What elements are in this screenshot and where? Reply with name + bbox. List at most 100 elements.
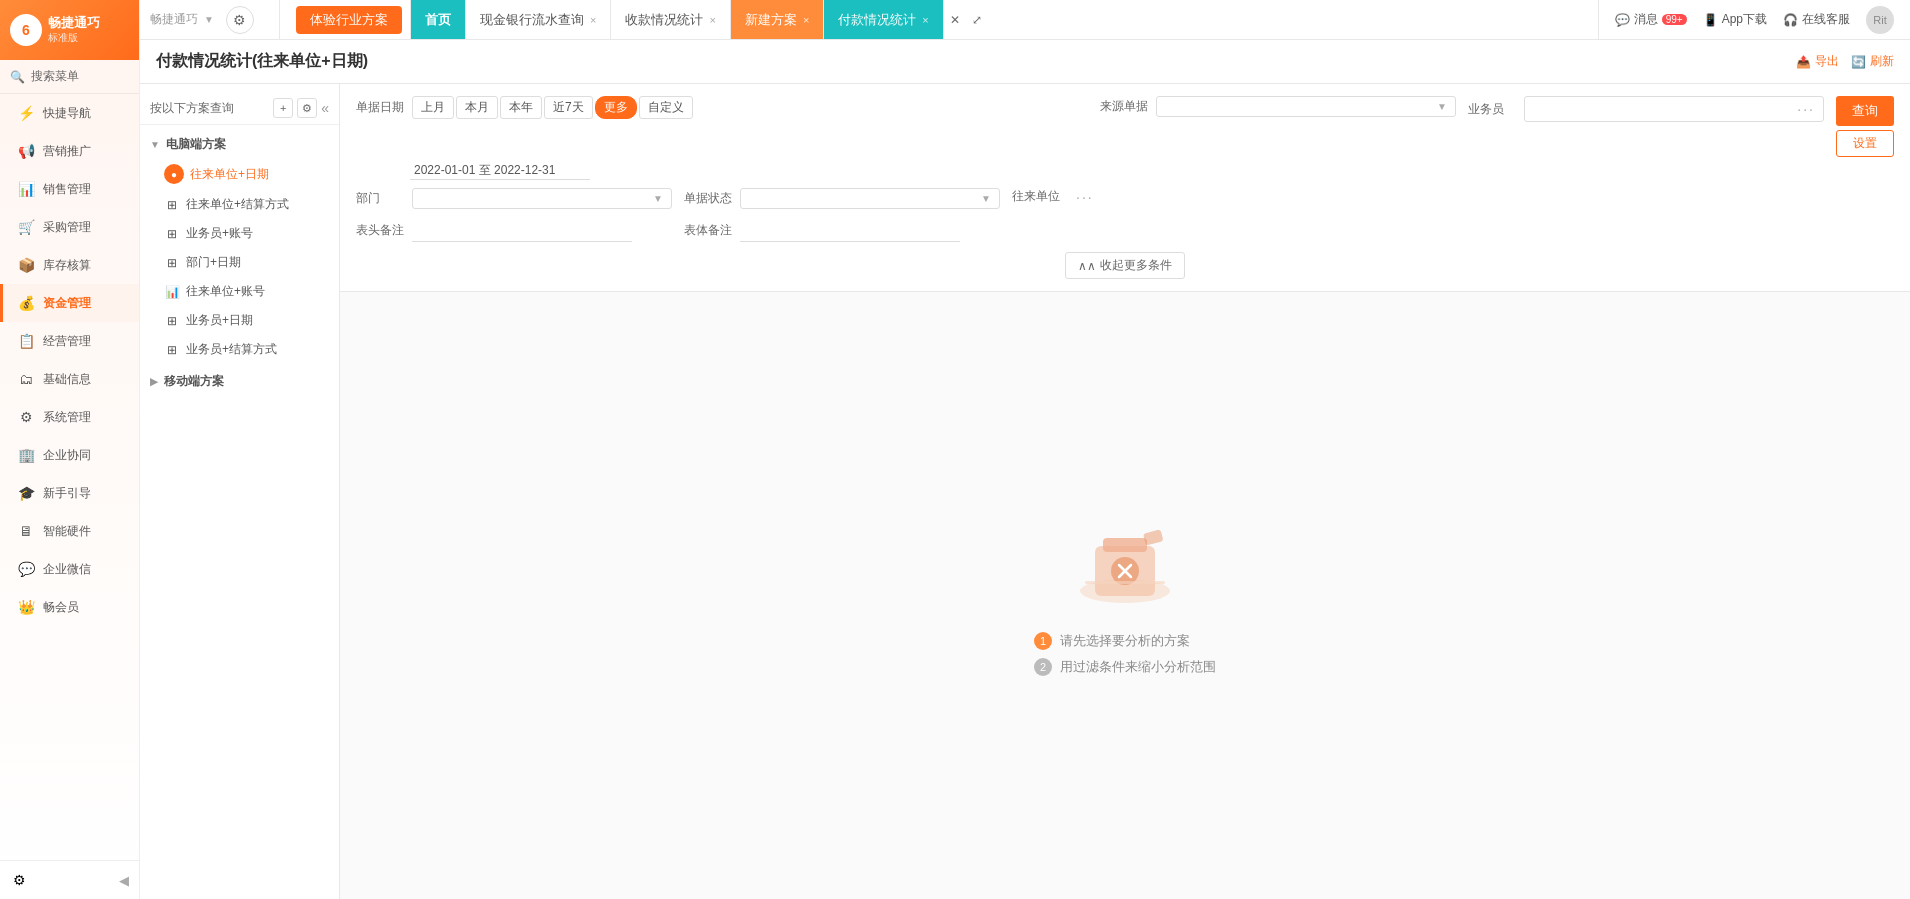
sidebar: 6 畅捷通巧 标准版 🔍 搜索菜单 ⚡快捷导航📢营销推广📊销售管理🛒采购管理📦库… [0, 0, 140, 899]
sidebar-item-system[interactable]: ⚙系统管理 [0, 398, 139, 436]
app-download-item[interactable]: 📱 App下载 [1703, 11, 1767, 28]
inventory-icon: 📦 [17, 256, 35, 274]
tab-label-home: 首页 [425, 11, 451, 29]
filter-row-2: 部门 ▼ 单据状态 ▼ [356, 188, 1894, 209]
scheme-group-mobile-label: 移动端方案 [164, 373, 224, 390]
collapse-conditions-button[interactable]: ∧∧ 收起更多条件 [1065, 252, 1185, 279]
source-doc-arrow: ▼ [1437, 101, 1447, 112]
logo-sub: 标准版 [48, 31, 100, 45]
sidebar-search[interactable]: 🔍 搜索菜单 [0, 60, 139, 94]
sales-icon: 📊 [17, 180, 35, 198]
scheme-collapse-button[interactable]: « [321, 100, 329, 116]
page-sub-header: 付款情况统计(往来单位+日期) 📤 导出 🔄 刷新 [140, 40, 1910, 84]
company-dropdown-icon[interactable]: ▼ [204, 14, 214, 25]
sidebar-item-quick-nav[interactable]: ⚡快捷导航 [0, 94, 139, 132]
dept-date-label: 部门+日期 [186, 254, 241, 271]
date-range-input[interactable] [410, 161, 590, 180]
trial-button[interactable]: 体验行业方案 [296, 6, 402, 34]
operation-icon: 📋 [17, 332, 35, 350]
date-tab-5[interactable]: 自定义 [639, 96, 693, 119]
tab-payment-stats[interactable]: 付款情况统计 × [824, 0, 943, 39]
staff-select[interactable]: ··· [1524, 96, 1824, 122]
expand-window-button[interactable]: ⤢ [966, 9, 988, 31]
close-all-tabs-button[interactable]: ✕ [944, 9, 966, 31]
sidebar-item-operation[interactable]: 📋经营管理 [0, 322, 139, 360]
date-filter: 单据日期 上月本月本年近7天更多自定义 [356, 96, 693, 119]
source-doc-select[interactable]: ▼ [1156, 96, 1456, 117]
sidebar-item-sales[interactable]: 📊销售管理 [0, 170, 139, 208]
sidebar-header: 6 畅捷通巧 标准版 [0, 0, 139, 60]
company-settings-icon[interactable]: ⚙ [226, 6, 254, 34]
dept-filter: 部门 ▼ [356, 188, 672, 209]
empty-state: 1 请先选择要分析的方案 2 用过滤条件来缩小分析范围 [340, 292, 1910, 899]
scheme-item-staff-account[interactable]: ⊞业务员+账号 [140, 219, 339, 248]
settings-icon[interactable]: ⚙ [10, 871, 28, 889]
sidebar-item-basic-info[interactable]: 🗂基础信息 [0, 360, 139, 398]
tab-label-collection-stats: 收款情况统计 [625, 11, 703, 29]
dept-date-icon: ⊞ [164, 255, 180, 271]
user-name: Rit [1873, 14, 1886, 26]
staff-filter: 业务员 ··· [1468, 96, 1824, 122]
app-icon: 📱 [1703, 13, 1718, 27]
tab-close-new-scheme[interactable]: × [803, 14, 809, 26]
empty-tip-1: 1 请先选择要分析的方案 [1034, 632, 1216, 650]
date-label: 单据日期 [356, 99, 406, 116]
date-tab-3[interactable]: 近7天 [544, 96, 593, 119]
sidebar-item-vip[interactable]: 👑畅会员 [0, 588, 139, 626]
collapse-label: 收起更多条件 [1100, 257, 1172, 274]
search-label: 搜索菜单 [31, 68, 79, 85]
sidebar-item-purchase[interactable]: 🛒采购管理 [0, 208, 139, 246]
scheme-group-mobile-header[interactable]: ▶ 移动端方案 [140, 368, 339, 395]
tip-num-1: 1 [1034, 632, 1052, 650]
scheme-settings-button[interactable]: ⚙ [297, 98, 317, 118]
message-item[interactable]: 💬 消息 99+ [1615, 11, 1687, 28]
scheme-add-button[interactable]: + [273, 98, 293, 118]
tab-new-scheme[interactable]: 新建方案 × [731, 0, 824, 39]
collapse-sidebar-icon[interactable]: ◀ [119, 873, 129, 888]
table-header-note-input[interactable] [412, 219, 632, 242]
dept-arrow: ▼ [653, 193, 663, 204]
sidebar-item-marketing[interactable]: 📢营销推广 [0, 132, 139, 170]
related-unit-more[interactable]: ··· [1076, 189, 1094, 205]
doc-status-select[interactable]: ▼ [740, 188, 1000, 209]
scheme-item-staff-settle[interactable]: ⊞业务员+结算方式 [140, 335, 339, 364]
sidebar-item-capital[interactable]: 💰资金管理 [0, 284, 139, 322]
staff-date-label: 业务员+日期 [186, 312, 253, 329]
staff-settle-icon: ⊞ [164, 342, 180, 358]
tab-close-collection-stats[interactable]: × [709, 14, 715, 26]
svg-rect-7 [1143, 529, 1163, 545]
sidebar-item-inventory[interactable]: 📦库存核算 [0, 246, 139, 284]
tab-home[interactable]: 首页 [411, 0, 466, 39]
staff-more-icon[interactable]: ··· [1797, 101, 1815, 117]
scheme-item-staff-date[interactable]: ⊞业务员+日期 [140, 306, 339, 335]
export-button[interactable]: 📤 导出 [1796, 53, 1839, 70]
scheme-item-dept-date[interactable]: ⊞ 部门+日期 [140, 248, 339, 277]
date-tab-1[interactable]: 本月 [456, 96, 498, 119]
table-body-note-input[interactable] [740, 219, 960, 242]
user-avatar[interactable]: Rit [1866, 6, 1894, 34]
query-button[interactable]: 查询 [1836, 96, 1894, 126]
sidebar-item-wechat[interactable]: 💬企业微信 [0, 550, 139, 588]
tab-collection-stats[interactable]: 收款情况统计 × [611, 0, 730, 39]
sidebar-item-hardware[interactable]: 🖥智能硬件 [0, 512, 139, 550]
scheme-item-unit-date[interactable]: ●往来单位+日期 [140, 158, 339, 190]
online-service-item[interactable]: 🎧 在线客服 [1783, 11, 1850, 28]
tab-close-bank-flow[interactable]: × [590, 14, 596, 26]
sidebar-item-guide[interactable]: 🎓新手引导 [0, 474, 139, 512]
filter-main: 单据日期 上月本月本年近7天更多自定义 来源单据 ▼ 业务员 [340, 84, 1910, 899]
scheme-group-pc-header[interactable]: ▼ 电脑端方案 [140, 131, 339, 158]
filter-settings-button[interactable]: 设置 [1836, 130, 1894, 157]
page-title: 付款情况统计(往来单位+日期) [156, 51, 368, 72]
tab-label-new-scheme: 新建方案 [745, 11, 797, 29]
tab-close-payment-stats[interactable]: × [922, 14, 928, 26]
refresh-button[interactable]: 🔄 刷新 [1851, 53, 1894, 70]
dept-select[interactable]: ▼ [412, 188, 672, 209]
date-tab-0[interactable]: 上月 [412, 96, 454, 119]
scheme-item-unit-settle[interactable]: ⊞往来单位+结算方式 [140, 190, 339, 219]
sidebar-item-enterprise[interactable]: 🏢企业协同 [0, 436, 139, 474]
tab-label-payment-stats: 付款情况统计 [838, 11, 916, 29]
scheme-item-unit-account[interactable]: 📊往来单位+账号 [140, 277, 339, 306]
tab-bank-flow[interactable]: 现金银行流水查询× [466, 0, 611, 39]
date-tab-4[interactable]: 更多 [595, 96, 637, 119]
date-tab-2[interactable]: 本年 [500, 96, 542, 119]
